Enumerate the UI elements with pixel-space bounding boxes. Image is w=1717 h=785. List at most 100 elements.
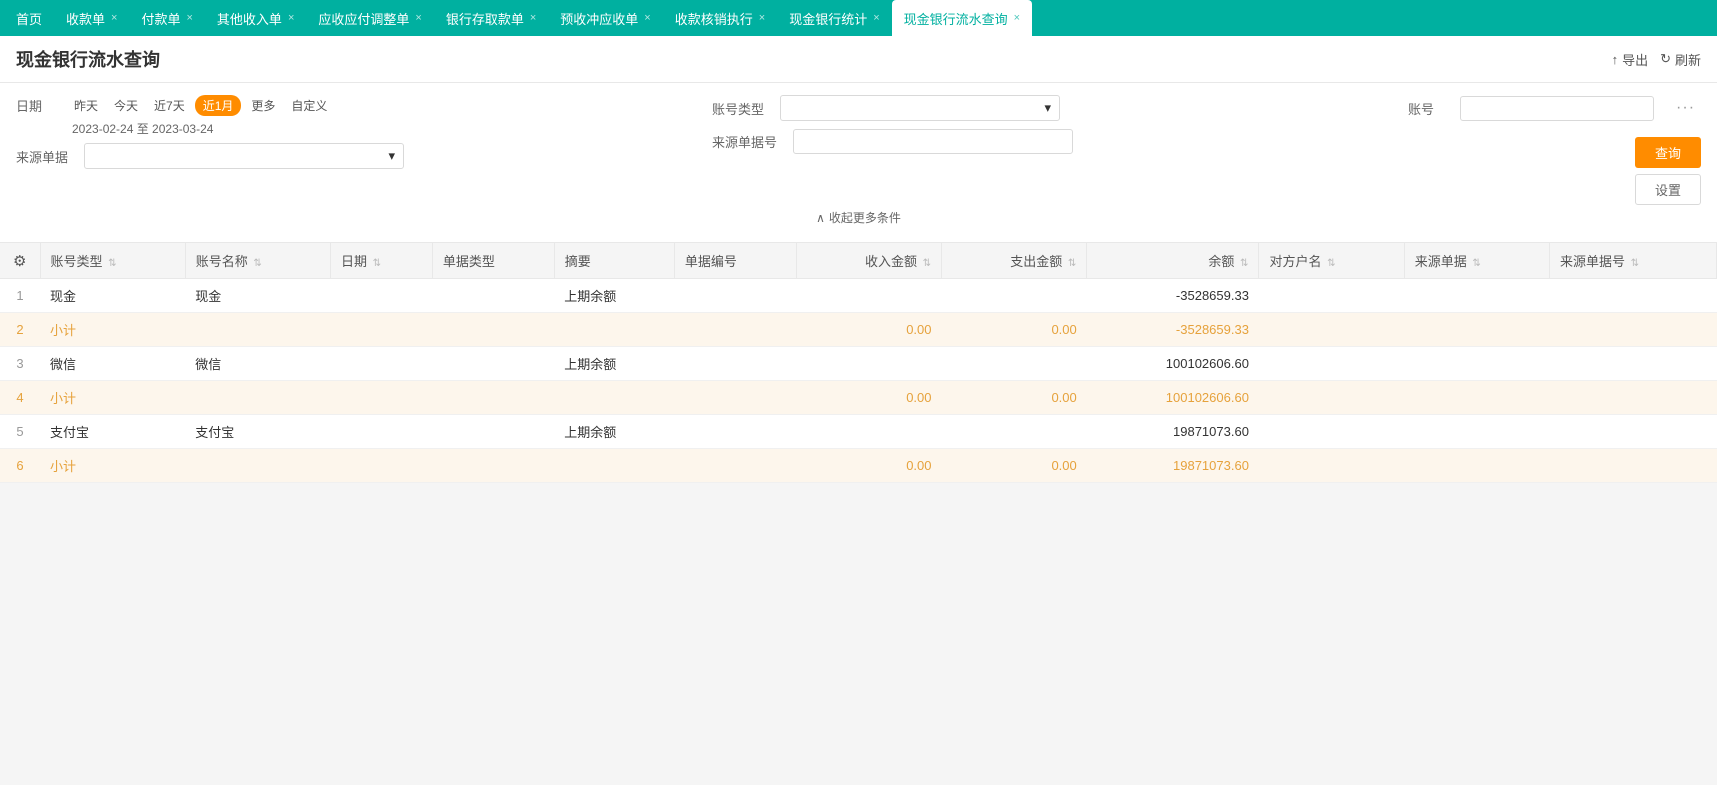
th-account-type: 账号类型 ⇅ <box>40 243 185 279</box>
account-type-select[interactable]: ▾ <box>780 95 1060 121</box>
nav-receipt[interactable]: 收款单 × <box>54 0 129 36</box>
account-type-filter-row: 账号类型 ▾ <box>712 95 1384 121</box>
th-balance-label: 余额 <box>1208 254 1234 269</box>
sort-icon[interactable]: ⇅ <box>373 258 381 269</box>
date-btn-custom[interactable]: 自定义 <box>285 95 333 116</box>
th-income-label: 收入金额 <box>865 254 917 269</box>
row-expense: 0.00 <box>942 381 1087 415</box>
nav-bank-flow[interactable]: 现金银行流水查询 × <box>892 0 1032 36</box>
row-source-doc <box>1404 381 1549 415</box>
row-expense <box>942 347 1087 381</box>
sort-icon[interactable]: ⇅ <box>1472 258 1480 269</box>
settings-button[interactable]: 设置 <box>1635 174 1701 205</box>
nav-bank-deposit[interactable]: 银行存取款单 × <box>434 0 548 36</box>
close-icon[interactable]: × <box>415 12 421 24</box>
row-counterpart <box>1259 347 1404 381</box>
nav-collection[interactable]: 收款核销执行 × <box>663 0 777 36</box>
nav-adjustment[interactable]: 应收应付调整单 × <box>306 0 433 36</box>
table-row: 1现金现金上期余额-3528659.33 <box>0 279 1717 313</box>
row-doc-type <box>432 313 554 347</box>
gear-icon[interactable]: ⚙ <box>13 253 26 270</box>
row-doc-no <box>674 347 796 381</box>
page-title: 现金银行流水查询 <box>16 46 160 72</box>
top-navigation: 首页 收款单 × 付款单 × 其他收入单 × 应收应付调整单 × 银行存取款单 … <box>0 0 1717 36</box>
header-actions: ↑ 导出 ↻ 刷新 <box>1612 50 1701 69</box>
close-icon[interactable]: × <box>288 12 294 24</box>
th-source-doc: 来源单据 ⇅ <box>1404 243 1549 279</box>
th-gear[interactable]: ⚙ <box>0 243 40 279</box>
th-doc-no-label: 单据编号 <box>685 254 737 269</box>
page-header: 现金银行流水查询 ↑ 导出 ↻ 刷新 <box>0 36 1717 83</box>
th-balance: 余额 ⇅ <box>1087 243 1259 279</box>
date-btn-yesterday[interactable]: 昨天 <box>68 95 104 116</box>
th-counterpart-label: 对方户名 <box>1269 254 1321 269</box>
row-source-doc <box>1404 313 1549 347</box>
account-input[interactable] <box>1460 96 1654 121</box>
sort-icon[interactable]: ⇅ <box>1631 258 1639 269</box>
row-account-name <box>185 313 330 347</box>
close-icon[interactable]: × <box>111 12 117 24</box>
nav-home[interactable]: 首页 <box>4 0 54 36</box>
row-source-doc <box>1404 449 1549 483</box>
row-balance: 19871073.60 <box>1087 415 1259 449</box>
sort-icon[interactable]: ⇅ <box>108 258 116 269</box>
close-icon[interactable]: × <box>873 12 879 24</box>
source-doc-select[interactable]: ▾ <box>84 143 404 169</box>
collapse-bar[interactable]: ∧ 收起更多条件 <box>16 205 1701 234</box>
row-income <box>796 279 941 313</box>
row-source-doc-no <box>1549 279 1716 313</box>
close-icon[interactable]: × <box>759 12 765 24</box>
sort-icon[interactable]: ⇅ <box>1240 258 1248 269</box>
refresh-button[interactable]: ↻ 刷新 <box>1660 50 1701 69</box>
export-icon: ↑ <box>1612 52 1619 67</box>
date-btn-7days[interactable]: 近7天 <box>148 95 191 116</box>
date-btn-more[interactable]: 更多 <box>245 95 281 116</box>
close-icon[interactable]: × <box>186 12 192 24</box>
th-income: 收入金额 ⇅ <box>796 243 941 279</box>
row-summary: 上期余额 <box>554 415 674 449</box>
date-filter-row: 日期 昨天 今天 近7天 近1月 更多 自定义 <box>16 95 688 116</box>
th-source-doc-no: 来源单据号 ⇅ <box>1549 243 1716 279</box>
th-account-name: 账号名称 ⇅ <box>185 243 330 279</box>
date-btn-today[interactable]: 今天 <box>108 95 144 116</box>
close-icon[interactable]: × <box>1014 12 1020 24</box>
row-index: 3 <box>0 347 40 381</box>
th-source-doc-label: 来源单据 <box>1415 254 1467 269</box>
sort-icon[interactable]: ⇅ <box>253 258 261 269</box>
data-table-container: ⚙ 账号类型 ⇅ 账号名称 ⇅ 日期 ⇅ 单据类型 摘要 <box>0 243 1717 483</box>
nav-bank-stats[interactable]: 现金银行统计 × <box>777 0 891 36</box>
export-button[interactable]: ↑ 导出 <box>1612 50 1649 69</box>
query-button[interactable]: 查询 <box>1635 137 1701 168</box>
close-icon[interactable]: × <box>530 12 536 24</box>
date-btn-1month[interactable]: 近1月 <box>195 95 242 116</box>
source-doc-no-input[interactable] <box>793 129 1073 154</box>
sort-icon[interactable]: ⇅ <box>1068 258 1076 269</box>
row-source-doc <box>1404 347 1549 381</box>
row-balance: 100102606.60 <box>1087 347 1259 381</box>
row-balance: -3528659.33 <box>1087 313 1259 347</box>
row-counterpart <box>1259 313 1404 347</box>
row-doc-no <box>674 415 796 449</box>
nav-payment[interactable]: 付款单 × <box>129 0 204 36</box>
close-icon[interactable]: × <box>644 12 650 24</box>
data-table: ⚙ 账号类型 ⇅ 账号名称 ⇅ 日期 ⇅ 单据类型 摘要 <box>0 243 1717 483</box>
sort-icon[interactable]: ⇅ <box>1327 258 1335 269</box>
row-doc-type <box>432 347 554 381</box>
sort-icon[interactable]: ⇅ <box>923 258 931 269</box>
date-label: 日期 <box>16 96 52 115</box>
source-doc-no-filter-row: 来源单据号 <box>712 129 1384 154</box>
row-account-name <box>185 449 330 483</box>
th-account-type-label: 账号类型 <box>51 254 103 269</box>
th-summary: 摘要 <box>554 243 674 279</box>
row-summary: 上期余额 <box>554 279 674 313</box>
chevron-down-icon: ▾ <box>388 148 395 164</box>
row-account-type: 微信 <box>40 347 185 381</box>
row-doc-no <box>674 313 796 347</box>
nav-prepaid[interactable]: 预收冲应收单 × <box>548 0 662 36</box>
ellipsis-button[interactable]: ··· <box>1670 95 1701 121</box>
nav-other-income[interactable]: 其他收入单 × <box>205 0 306 36</box>
row-expense <box>942 415 1087 449</box>
row-doc-type <box>432 381 554 415</box>
row-summary <box>554 449 674 483</box>
row-account-type: 小计 <box>40 313 185 347</box>
